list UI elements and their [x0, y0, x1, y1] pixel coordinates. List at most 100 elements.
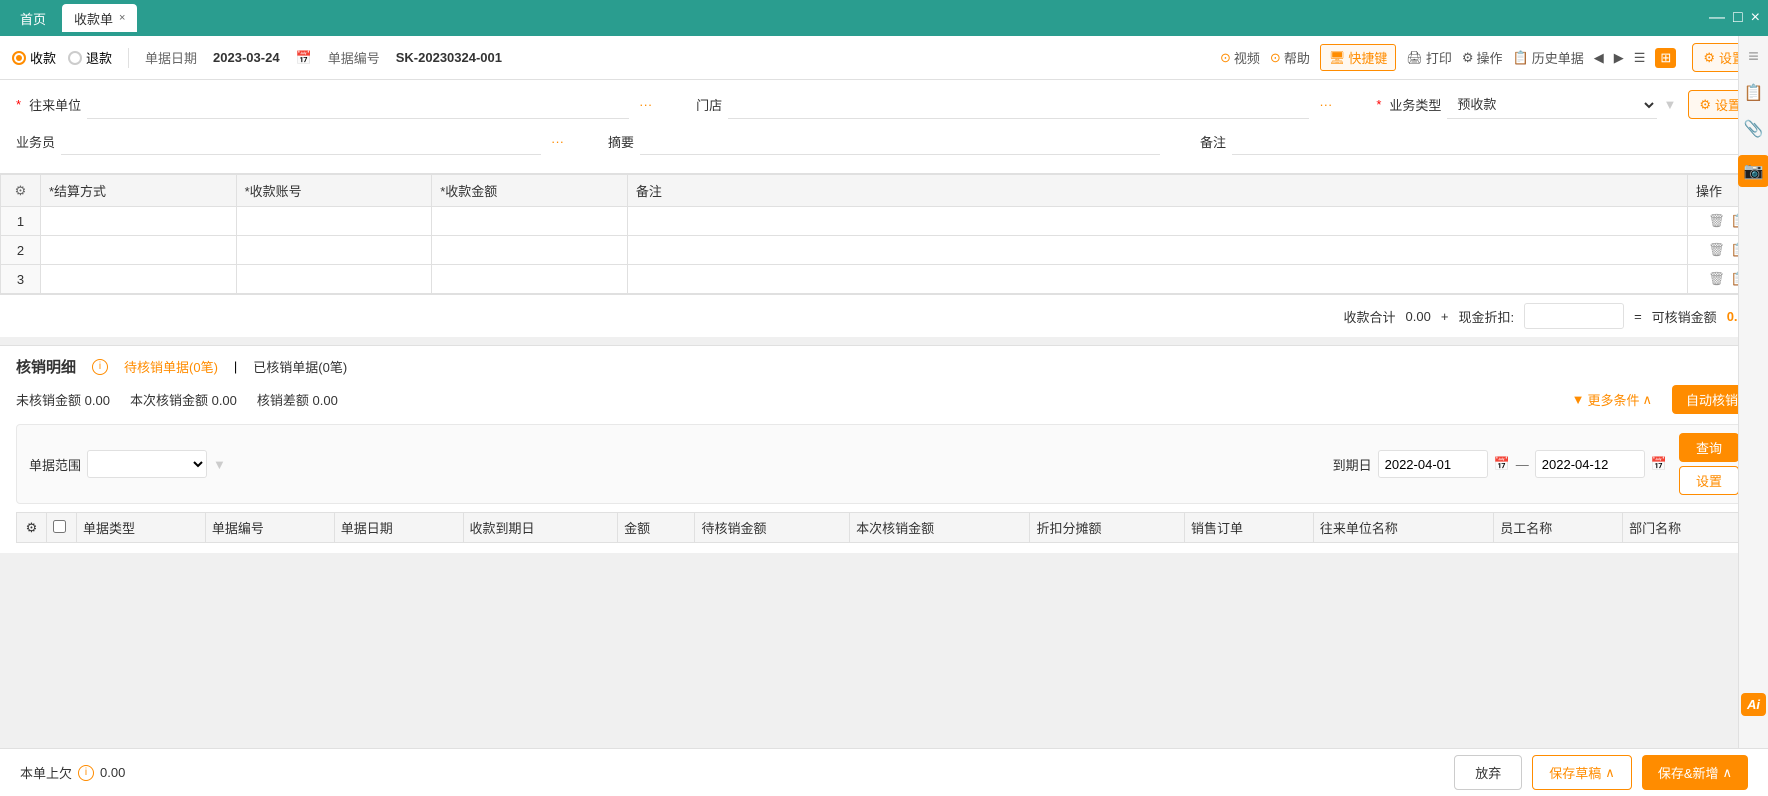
- tab-close-icon[interactable]: ×: [119, 12, 125, 24]
- store-input[interactable]: [728, 91, 1309, 119]
- hexiao-title: 核销明细: [16, 356, 76, 377]
- minimize-icon[interactable]: —: [1709, 9, 1725, 27]
- business-type-field: * 业务类型 预收款 ▼: [1376, 91, 1676, 119]
- col-settings-cell[interactable]: ⚙: [17, 513, 47, 543]
- row-2-settlement[interactable]: [41, 236, 237, 265]
- due-date-from-input[interactable]: [1378, 450, 1488, 478]
- hexiao-info-icon[interactable]: i: [92, 359, 108, 375]
- prev-nav-icon[interactable]: ◀: [1594, 50, 1604, 66]
- right-panel-list-icon[interactable]: ≡: [1748, 46, 1759, 67]
- uncancelled-value: 0.00: [85, 393, 110, 408]
- row-1-delete-icon[interactable]: 🗑: [1708, 213, 1725, 229]
- doc-range-chevron-icon: ▼: [213, 457, 226, 472]
- view-mode-list-icon[interactable]: ☰: [1634, 50, 1646, 66]
- right-panel-attach-icon[interactable]: 📎: [1744, 119, 1764, 139]
- remark-field: 备注: [1200, 127, 1752, 155]
- discount-label: 现金折扣:: [1458, 307, 1514, 326]
- row-2-amount[interactable]: [432, 236, 628, 265]
- doc-range-field: 单据范围 ▼: [29, 450, 226, 478]
- next-nav-icon[interactable]: ▶: [1614, 50, 1624, 66]
- radio-receipt[interactable]: 收款: [12, 48, 56, 67]
- radio-refund-dot: [68, 51, 82, 65]
- hexiao-header: 核销明细 i 待核销单据(0笔) | 已核销单据(0笔): [16, 356, 1752, 377]
- due-date-to-input[interactable]: [1535, 450, 1645, 478]
- print-action[interactable]: 🖨 打印: [1406, 48, 1452, 67]
- salesperson-field: 业务员 ···: [16, 127, 568, 155]
- right-panel-doc-icon[interactable]: 📋: [1744, 83, 1764, 103]
- business-type-select[interactable]: 预收款: [1447, 91, 1657, 119]
- partner-input[interactable]: [87, 91, 629, 119]
- salesperson-more-icon[interactable]: ···: [547, 134, 568, 149]
- ai-badge[interactable]: Ai: [1741, 693, 1766, 716]
- plus-sign: +: [1441, 309, 1449, 324]
- save-new-button[interactable]: 保存&新增 ∧: [1642, 755, 1748, 790]
- row-3-amount[interactable]: [432, 265, 628, 294]
- doc-date-value[interactable]: 2023-03-24: [213, 50, 280, 65]
- total-label: 收款合计: [1344, 307, 1396, 326]
- col-account-header: *收款账号: [236, 175, 432, 207]
- maximize-icon[interactable]: □: [1733, 9, 1743, 27]
- bottom-table-inner: ⚙ 单据类型 单据编号 单据日期 收款到期日: [16, 512, 1752, 543]
- row-1-settlement[interactable]: [41, 207, 237, 236]
- row-2-delete-icon[interactable]: 🗑: [1708, 242, 1725, 258]
- doc-date-calendar-icon[interactable]: 📅: [296, 50, 312, 66]
- date-separator: —: [1516, 457, 1529, 472]
- tab-receipt[interactable]: 收款单 ×: [62, 4, 137, 32]
- window-controls: — □ ×: [1709, 9, 1760, 27]
- filter-settings-button[interactable]: 设置: [1679, 466, 1739, 495]
- history-action[interactable]: 📋 历史单据: [1513, 48, 1584, 67]
- right-panel-camera-icon[interactable]: 📷: [1738, 155, 1768, 187]
- radio-refund[interactable]: 退款: [68, 48, 112, 67]
- row-2-account[interactable]: [236, 236, 432, 265]
- footer-info-icon[interactable]: i: [78, 765, 94, 781]
- discount-input[interactable]: [1524, 303, 1624, 329]
- col-department-header: 部门名称: [1623, 513, 1752, 543]
- salesperson-input[interactable]: [61, 127, 541, 155]
- row-1-account[interactable]: [236, 207, 432, 236]
- toolbar: 收款 退款 单据日期 2023-03-24 📅 单据编号 SK-20230324…: [0, 36, 1768, 80]
- row-3-settlement[interactable]: [41, 265, 237, 294]
- video-action[interactable]: ⊙ 视频: [1220, 48, 1260, 67]
- partner-more-icon[interactable]: ···: [635, 97, 656, 112]
- remark-input[interactable]: [1232, 127, 1752, 155]
- save-draft-button[interactable]: 保存草稿 ∧: [1532, 755, 1632, 790]
- more-conditions-btn[interactable]: ▼ 更多条件 ∧: [1572, 390, 1652, 409]
- remark-label: 备注: [1200, 132, 1226, 151]
- col-current-header: 本次核销金额: [850, 513, 1030, 543]
- shortcut-action[interactable]: 🖥 快捷键: [1320, 44, 1397, 71]
- help-action[interactable]: ⊙ 帮助: [1270, 48, 1310, 67]
- view-mode-grid-icon[interactable]: ⊞: [1655, 48, 1676, 68]
- summary-input[interactable]: [640, 127, 1160, 155]
- tab-home[interactable]: 首页: [8, 4, 58, 32]
- row-1-amount[interactable]: [432, 207, 628, 236]
- pending-tab[interactable]: 待核销单据(0笔): [124, 357, 218, 376]
- divider-1: [128, 48, 129, 68]
- select-all-checkbox[interactable]: [53, 520, 66, 533]
- col-partner-header: 往来单位名称: [1313, 513, 1493, 543]
- row-3-delete-icon[interactable]: 🗑: [1708, 271, 1725, 287]
- store-more-icon[interactable]: ···: [1315, 97, 1336, 112]
- close-window-icon[interactable]: ×: [1751, 9, 1760, 27]
- row-3-remark[interactable]: [627, 265, 1687, 294]
- receipt-table-inner: ⚙ *结算方式 *收款账号 *收款金额 备注 操作: [0, 174, 1768, 294]
- date-calendar-from-icon[interactable]: 📅: [1494, 456, 1510, 472]
- row-3-num: 3: [1, 265, 41, 294]
- row-1-remark[interactable]: [627, 207, 1687, 236]
- table-row: 1 🗑 📋: [1, 207, 1768, 236]
- hexiao-section: 核销明细 i 待核销单据(0笔) | 已核销单据(0笔) 未核销金额 0.00 …: [0, 345, 1768, 553]
- available-label: 可核销金额: [1652, 307, 1717, 326]
- table-settings-icon[interactable]: ⚙: [1, 175, 41, 207]
- row-3-account[interactable]: [236, 265, 432, 294]
- done-tab[interactable]: 已核销单据(0笔): [253, 357, 347, 376]
- discard-button[interactable]: 放弃: [1454, 755, 1522, 790]
- row-2-remark[interactable]: [627, 236, 1687, 265]
- date-calendar-to-icon[interactable]: 📅: [1651, 456, 1667, 472]
- row-1-num: 1: [1, 207, 41, 236]
- hexiao-stats: 未核销金额 0.00 本次核销金额 0.00 核销差额 0.00 ▼ 更多条件 …: [16, 385, 1752, 414]
- doc-range-select[interactable]: [87, 450, 207, 478]
- footer-doc-label: 本单上欠: [20, 763, 72, 782]
- settings-gear-icon: ⚙: [1703, 50, 1715, 66]
- operation-action[interactable]: ⚙ 操作: [1462, 48, 1503, 67]
- query-button[interactable]: 查询: [1679, 433, 1739, 462]
- form-row-2: 业务员 ··· 摘要 备注: [16, 127, 1752, 155]
